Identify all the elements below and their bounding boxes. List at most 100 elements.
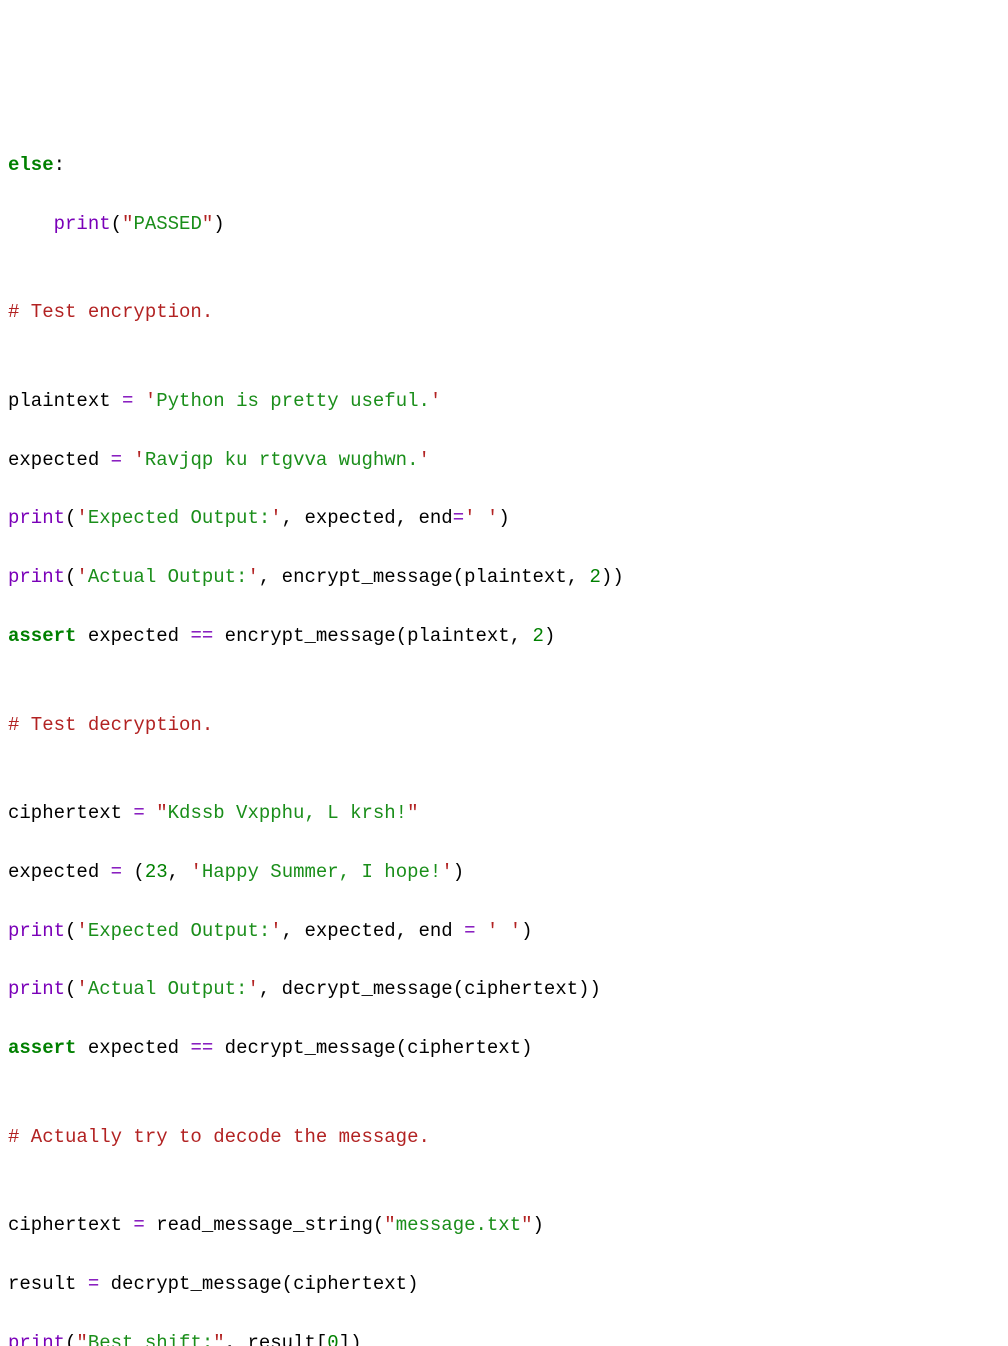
text: expected <box>76 1037 190 1059</box>
paren: ]) <box>339 1332 362 1346</box>
quote: ' <box>247 566 258 588</box>
quote: ' <box>76 507 87 529</box>
fn-print: print <box>8 566 65 588</box>
dbl-equals: == <box>190 1037 213 1059</box>
quote: ' <box>487 507 498 529</box>
number: 23 <box>145 861 168 883</box>
code-line: print('Actual Output:', encrypt_message(… <box>8 563 1000 592</box>
number: 0 <box>327 1332 338 1346</box>
quote: ' <box>190 861 201 883</box>
comment: # Actually try to decode the message. <box>8 1126 430 1148</box>
keyword-else: else <box>8 154 54 176</box>
string <box>498 920 509 942</box>
quote: ' <box>441 861 452 883</box>
comment: # Test encryption. <box>8 301 213 323</box>
quote: " <box>384 1214 395 1236</box>
fn-print: print <box>54 213 111 235</box>
equals: = <box>122 390 133 412</box>
code-line: assert expected == encrypt_message(plain… <box>8 622 1000 651</box>
number: 2 <box>533 625 544 647</box>
quote: ' <box>464 507 475 529</box>
text: decrypt_message(ciphertext) <box>213 1037 532 1059</box>
fn-print: print <box>8 978 65 1000</box>
paren: ) <box>498 507 509 529</box>
string: Python is pretty useful. <box>156 390 430 412</box>
quote: " <box>76 1332 87 1346</box>
code-line: plaintext = 'Python is pretty useful.' <box>8 387 1000 416</box>
quote: ' <box>270 920 281 942</box>
code-line: print("Best shift:", result[0]) <box>8 1329 1000 1346</box>
paren: )) <box>601 566 624 588</box>
string: message.txt <box>396 1214 521 1236</box>
code-line: print('Expected Output:', expected, end=… <box>8 504 1000 533</box>
space <box>145 802 156 824</box>
dbl-equals: == <box>190 625 213 647</box>
equals: = <box>88 1273 99 1295</box>
keyword-assert: assert <box>8 1037 76 1059</box>
keyword-assert: assert <box>8 625 76 647</box>
paren: ) <box>453 861 464 883</box>
code-line: ciphertext = "Kdssb Vxpphu, L krsh!" <box>8 799 1000 828</box>
string: Actual Output: <box>88 566 248 588</box>
code-line: # Actually try to decode the message. <box>8 1123 1000 1152</box>
quote: ' <box>145 390 156 412</box>
string: Expected Output: <box>88 920 270 942</box>
string-passed: PASSED <box>133 213 201 235</box>
paren: ) <box>521 920 532 942</box>
quote: " <box>521 1214 532 1236</box>
code-line: print('Actual Output:', decrypt_message(… <box>8 975 1000 1004</box>
space <box>133 390 144 412</box>
var: plaintext <box>8 390 122 412</box>
space <box>122 449 133 471</box>
paren: ) <box>533 1214 544 1236</box>
quote: " <box>202 213 213 235</box>
paren: ( <box>65 566 76 588</box>
paren: ( <box>65 507 76 529</box>
string: Best shift: <box>88 1332 213 1346</box>
var: ciphertext <box>8 1214 133 1236</box>
paren: ) <box>213 213 224 235</box>
text: , expected, end <box>282 507 453 529</box>
var: ciphertext <box>8 802 133 824</box>
paren: ( <box>111 213 122 235</box>
quote: ' <box>430 390 441 412</box>
text: , encrypt_message(plaintext, <box>259 566 590 588</box>
paren: ( <box>65 1332 76 1346</box>
fn-print: print <box>8 920 65 942</box>
colon: : <box>54 154 65 176</box>
text: encrypt_message(plaintext, <box>213 625 532 647</box>
equals: = <box>111 861 122 883</box>
string: Happy Summer, I hope! <box>202 861 441 883</box>
quote: " <box>156 802 167 824</box>
string <box>476 507 487 529</box>
string: Kdssb Vxpphu, L krsh! <box>168 802 407 824</box>
string: Expected Output: <box>88 507 270 529</box>
code-line: ciphertext = read_message_string("messag… <box>8 1211 1000 1240</box>
text: ( <box>122 861 145 883</box>
text: , <box>168 861 191 883</box>
quote: ' <box>133 449 144 471</box>
text: , result[ <box>225 1332 328 1346</box>
quote: ' <box>76 978 87 1000</box>
fn-print: print <box>8 1332 65 1346</box>
code-line: print('Expected Output:', expected, end … <box>8 917 1000 946</box>
text: read_message_string( <box>145 1214 384 1236</box>
quote: ' <box>419 449 430 471</box>
equals: = <box>464 920 475 942</box>
var: expected <box>8 861 111 883</box>
quote: ' <box>76 920 87 942</box>
quote: " <box>213 1332 224 1346</box>
var: expected <box>8 449 111 471</box>
quote: ' <box>487 920 498 942</box>
quote: " <box>407 802 418 824</box>
comment: # Test decryption. <box>8 714 213 736</box>
var: result <box>8 1273 88 1295</box>
code-line: expected = (23, 'Happy Summer, I hope!') <box>8 858 1000 887</box>
code-line: else: <box>8 151 1000 180</box>
string: Ravjqp ku rtgvva wughwn. <box>145 449 419 471</box>
quote: ' <box>247 978 258 1000</box>
code-line: assert expected == decrypt_message(ciphe… <box>8 1034 1000 1063</box>
equals: = <box>111 449 122 471</box>
equals: = <box>133 1214 144 1236</box>
fn-print: print <box>8 507 65 529</box>
